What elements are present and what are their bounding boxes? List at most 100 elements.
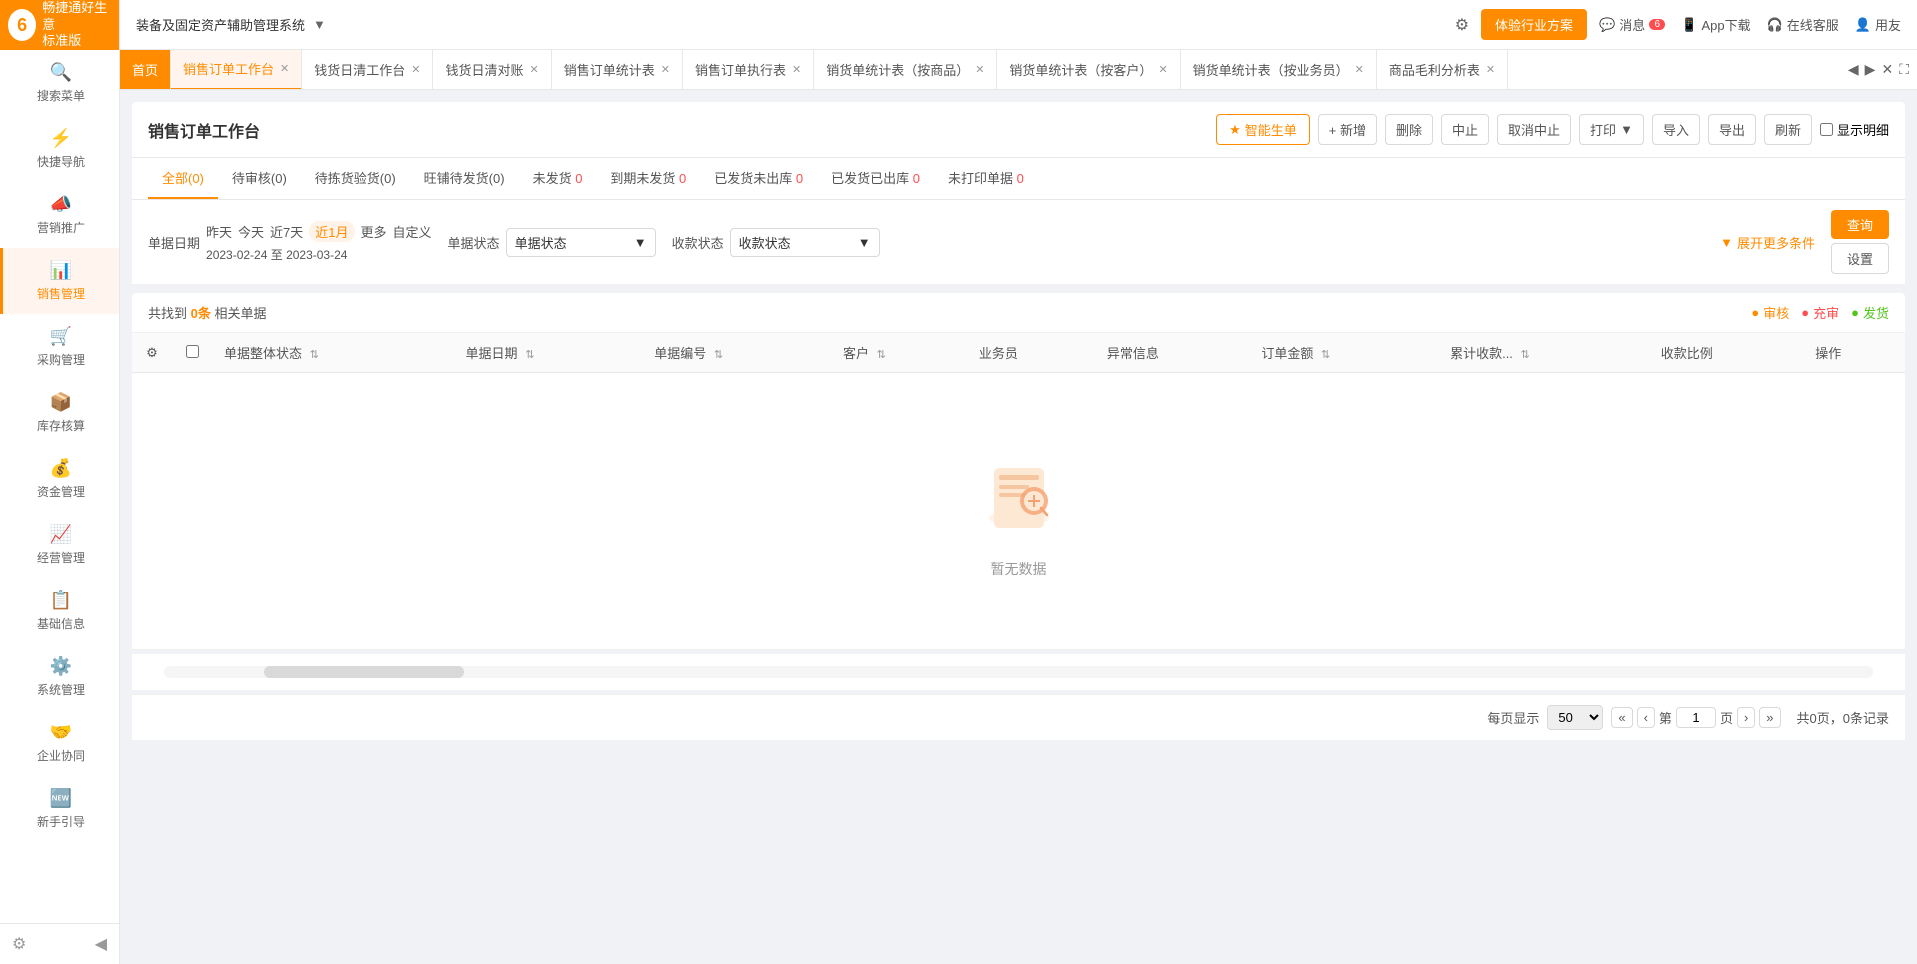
refresh-button[interactable]: 刷新 (1764, 114, 1812, 145)
system-title: 装备及固定资产辅助管理系统 ▼ (136, 15, 1443, 34)
sidebar-item-finance[interactable]: 💰 资金管理 (0, 446, 119, 512)
select-all-checkbox[interactable] (186, 345, 199, 358)
sidebar-item-quick[interactable]: ⚡ 快捷导航 (0, 116, 119, 182)
tab-sales-summary-staff-close[interactable]: ✕ (1355, 63, 1364, 76)
settings-icon-topbar[interactable]: ⚙ (1455, 15, 1469, 35)
per-page-select[interactable]: 50 10 20 100 (1547, 705, 1603, 730)
settings-bottom-icon[interactable]: ⚙ (12, 934, 26, 954)
ship-op-button[interactable]: ● 发货 (1851, 303, 1889, 322)
message-action[interactable]: 💬 消息 6 (1599, 15, 1665, 34)
export-button[interactable]: 导出 (1708, 114, 1756, 145)
empty-state-row: 暂无数据 (132, 373, 1905, 650)
status-select[interactable]: 单据状态 ▼ (506, 228, 656, 257)
date-yesterday[interactable]: 昨天 (206, 222, 232, 241)
sidebar-item-basic[interactable]: 📋 基础信息 (0, 578, 119, 644)
sidebar-item-sales[interactable]: 📊 销售管理 (0, 248, 119, 314)
sidebar-item-operation[interactable]: 📈 经营管理 (0, 512, 119, 578)
sort-amount-icon[interactable]: ⇅ (1321, 349, 1330, 361)
sidebar-item-search[interactable]: 🔍 搜索菜单 (0, 50, 119, 116)
cancel-stop-button[interactable]: 取消中止 (1497, 114, 1571, 145)
tab-cash-daily-close[interactable]: ✕ (411, 63, 420, 76)
scroll-thumb[interactable] (264, 666, 464, 678)
sidebar-item-system[interactable]: ⚙️ 系统管理 (0, 644, 119, 710)
date-today[interactable]: 今天 (238, 222, 264, 241)
tab-cash-reconcile-close[interactable]: ✕ (530, 63, 539, 76)
sub-tab-not-printed[interactable]: 未打印单据 0 (934, 158, 1038, 199)
tab-next-icon[interactable]: ▶ (1865, 61, 1876, 78)
sub-tab-pending-check[interactable]: 待拣货验货(0) (301, 158, 410, 199)
revoke-op-button[interactable]: ● 充审 (1801, 303, 1839, 322)
tab-margin-analysis[interactable]: 商品毛利分析表 ✕ (1377, 50, 1508, 90)
pagination-last[interactable]: » (1759, 707, 1780, 728)
tab-sales-exec-close[interactable]: ✕ (792, 63, 801, 76)
date-last1m[interactable]: 近1月 (309, 221, 354, 242)
sub-tab-overdue-not-shipped[interactable]: 到期未发货 0 (596, 158, 700, 199)
sub-tab-not-shipped[interactable]: 未发货 0 (519, 158, 597, 199)
sidebar-item-guide[interactable]: 🆕 新手引导 (0, 776, 119, 842)
print-button[interactable]: 打印 ▼ (1579, 114, 1644, 145)
tab-cash-reconcile[interactable]: 钱货日清对账 ✕ (433, 50, 551, 90)
tab-margin-analysis-close[interactable]: ✕ (1486, 63, 1495, 76)
date-last7[interactable]: 近7天 (270, 222, 303, 241)
tab-sales-stats[interactable]: 销售订单统计表 ✕ (552, 50, 683, 90)
sub-tab-shipped-not-out[interactable]: 已发货未出库 0 (700, 158, 817, 199)
col-setting[interactable]: ⚙ (132, 333, 172, 373)
stop-button[interactable]: 中止 (1441, 114, 1489, 145)
sort-customer-icon[interactable]: ⇅ (877, 349, 886, 361)
sidebar-item-inventory[interactable]: 📦 库存核算 (0, 380, 119, 446)
tab-sales-workbench[interactable]: 销售订单工作台 ✕ (171, 50, 302, 90)
query-button[interactable]: 查询 (1831, 210, 1889, 239)
sort-collected-icon[interactable]: ⇅ (1521, 349, 1530, 361)
sub-tab-all[interactable]: 全部(0) (148, 158, 218, 199)
date-more[interactable]: 更多 (361, 222, 387, 241)
tab-sales-summary-product[interactable]: 销货单统计表（按商品） ✕ (814, 50, 997, 90)
show-detail-input[interactable] (1820, 123, 1833, 136)
expand-filter-button[interactable]: ▼ 展开更多条件 (1720, 233, 1815, 252)
tab-sales-summary-customer-close[interactable]: ✕ (1158, 63, 1167, 76)
collapse-icon[interactable]: ◀ (95, 934, 107, 954)
date-custom[interactable]: 自定义 (393, 222, 432, 241)
sub-tab-shipped-out[interactable]: 已发货已出库 0 (817, 158, 934, 199)
smart-create-button[interactable]: ★ 智能生单 (1216, 114, 1310, 145)
pagination-next[interactable]: › (1737, 707, 1755, 728)
app-download-action[interactable]: 📱 App下载 (1681, 15, 1750, 34)
star-icon: ★ (1229, 122, 1241, 138)
sub-tab-wangpu[interactable]: 旺铺待发货(0) (410, 158, 519, 199)
user-action[interactable]: 👤 用友 (1855, 15, 1901, 34)
tab-prev-icon[interactable]: ◀ (1848, 61, 1859, 78)
tab-sales-workbench-close[interactable]: ✕ (280, 62, 289, 75)
tab-sales-summary-customer[interactable]: 销货单统计表（按客户） ✕ (997, 50, 1180, 90)
add-button[interactable]: + 新增 (1318, 114, 1377, 145)
sort-number-icon[interactable]: ⇅ (714, 349, 723, 361)
sort-date-icon[interactable]: ⇅ (525, 349, 534, 361)
system-dropdown-icon[interactable]: ▼ (313, 17, 326, 32)
payment-select[interactable]: 收款状态 ▼ (730, 228, 880, 257)
tab-close-all-icon[interactable]: ✕ (1881, 61, 1893, 78)
tab-sales-exec[interactable]: 销售订单执行表 ✕ (683, 50, 814, 90)
col-check[interactable] (172, 333, 212, 373)
tab-sales-summary-staff[interactable]: 销货单统计表（按业务员） ✕ (1181, 50, 1377, 90)
online-service-action[interactable]: 🎧 在线客服 (1767, 15, 1839, 34)
tab-cash-daily[interactable]: 钱货日清工作台 ✕ (302, 50, 433, 90)
pagination-input[interactable] (1676, 707, 1716, 728)
sort-status-icon[interactable]: ⇅ (310, 349, 319, 361)
cart-icon: 🛒 (50, 326, 72, 347)
filter-settings-button[interactable]: 设置 (1831, 243, 1889, 274)
sidebar-item-marketing[interactable]: 📣 营销推广 (0, 182, 119, 248)
import-button[interactable]: 导入 (1652, 114, 1700, 145)
sidebar-item-cooperation[interactable]: 🤝 企业协同 (0, 710, 119, 776)
delete-button[interactable]: 删除 (1385, 114, 1433, 145)
audit-op-button[interactable]: ● 审核 (1751, 303, 1789, 322)
pagination-prev[interactable]: ‹ (1637, 707, 1655, 728)
tab-fullscreen-icon[interactable]: ⛶ (1899, 61, 1909, 78)
show-detail-checkbox[interactable]: 显示明细 (1820, 120, 1889, 139)
sub-tab-pending-review[interactable]: 待审核(0) (218, 158, 301, 199)
pagination-first[interactable]: « (1611, 707, 1632, 728)
tab-sales-stats-close[interactable]: ✕ (661, 63, 670, 76)
tab-home[interactable]: 首页 (120, 50, 171, 90)
horizontal-scrollbar[interactable] (164, 666, 1873, 678)
industry-solution-button[interactable]: 体验行业方案 (1481, 9, 1587, 40)
tab-sales-summary-product-close[interactable]: ✕ (975, 63, 984, 76)
sidebar-item-purchase[interactable]: 🛒 采购管理 (0, 314, 119, 380)
status-filter: 单据状态 单据状态 ▼ (448, 228, 656, 257)
